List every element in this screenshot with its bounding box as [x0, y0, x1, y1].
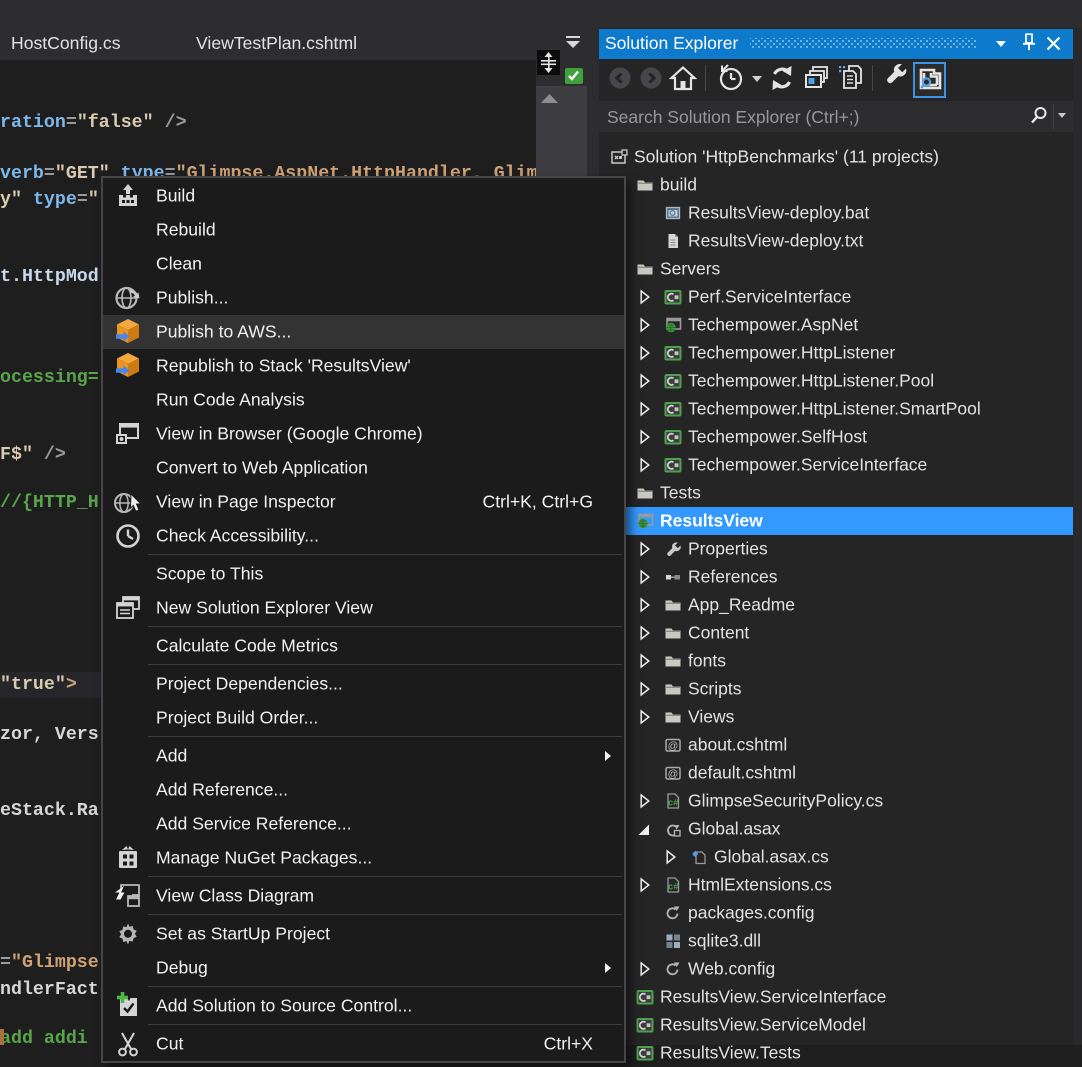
svg-text:@: @ — [668, 768, 679, 780]
svg-text:c#: c# — [668, 882, 679, 893]
svg-text:@: @ — [668, 740, 679, 752]
svg-text:c#: c# — [668, 798, 679, 809]
